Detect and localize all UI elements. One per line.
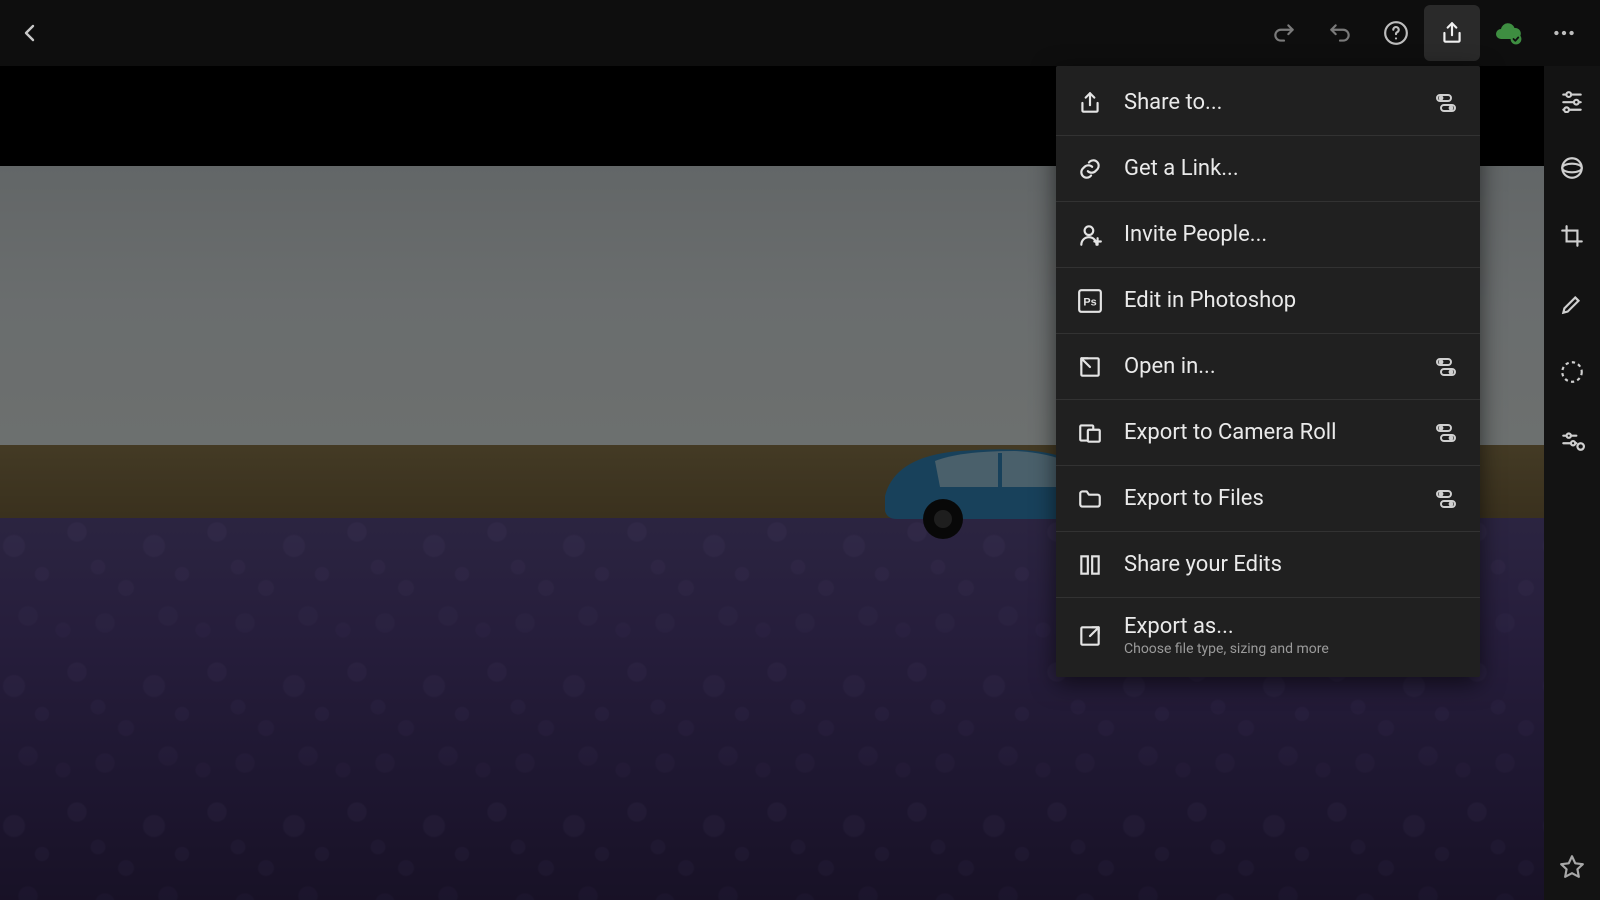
share-menu: Share to... Get a Link... Invite People.… bbox=[1056, 66, 1480, 677]
menu-item-label: Export to Camera Roll bbox=[1124, 420, 1428, 445]
cloud-status-button[interactable] bbox=[1480, 5, 1536, 61]
top-bar bbox=[0, 0, 1600, 66]
menu-item-label: Share your Edits bbox=[1124, 552, 1428, 577]
right-tool-rail bbox=[1544, 66, 1600, 900]
camera-roll-icon bbox=[1076, 419, 1104, 447]
settings-toggle-icon[interactable] bbox=[1428, 487, 1458, 511]
healing-brush-icon bbox=[1559, 291, 1585, 317]
crop-rotate-icon bbox=[1559, 223, 1585, 249]
ellipsis-icon bbox=[1551, 20, 1577, 46]
redo-button[interactable] bbox=[1256, 5, 1312, 61]
sliders-icon bbox=[1559, 87, 1585, 113]
help-button[interactable] bbox=[1368, 5, 1424, 61]
menu-item-sublabel: Choose file type, sizing and more bbox=[1124, 641, 1428, 657]
menu-item-get-link[interactable]: Get a Link... bbox=[1056, 136, 1480, 202]
star-icon bbox=[1559, 853, 1585, 879]
menu-item-label: Edit in Photoshop bbox=[1124, 288, 1428, 313]
menu-item-label: Open in... bbox=[1124, 354, 1428, 379]
person-add-icon bbox=[1076, 221, 1104, 249]
back-button[interactable] bbox=[18, 21, 42, 45]
menu-item-invite-people[interactable]: Invite People... bbox=[1056, 202, 1480, 268]
settings-toggle-icon[interactable] bbox=[1428, 421, 1458, 445]
menu-item-export-camera-roll[interactable]: Export to Camera Roll bbox=[1056, 400, 1480, 466]
settings-toggle-icon[interactable] bbox=[1428, 91, 1458, 115]
menu-item-export-files[interactable]: Export to Files bbox=[1056, 466, 1480, 532]
link-icon bbox=[1076, 155, 1104, 183]
menu-item-edit-photoshop[interactable]: Ps Edit in Photoshop bbox=[1056, 268, 1480, 334]
menu-item-export-as[interactable]: Export as... Choose file type, sizing an… bbox=[1056, 598, 1480, 673]
menu-item-label: Share to... bbox=[1124, 90, 1428, 115]
color-tool[interactable] bbox=[1552, 148, 1592, 188]
menu-item-label: Export as... bbox=[1124, 614, 1428, 639]
photoshop-icon: Ps bbox=[1076, 287, 1104, 315]
redo-icon bbox=[1271, 20, 1297, 46]
chevron-left-icon bbox=[18, 21, 42, 45]
crop-tool[interactable] bbox=[1552, 216, 1592, 256]
healing-tool[interactable] bbox=[1552, 284, 1592, 324]
menu-item-share-to[interactable]: Share to... bbox=[1056, 70, 1480, 136]
svg-text:Ps: Ps bbox=[1083, 296, 1096, 308]
menu-item-share-your-edits[interactable]: Share your Edits bbox=[1056, 532, 1480, 598]
color-wheel-icon bbox=[1559, 155, 1585, 181]
open-in-icon bbox=[1076, 353, 1104, 381]
export-out-icon bbox=[1076, 622, 1104, 650]
mask-circle-icon bbox=[1559, 359, 1585, 385]
share-up-icon bbox=[1076, 89, 1104, 117]
sliders-gear-icon bbox=[1559, 427, 1585, 453]
menu-item-label: Invite People... bbox=[1124, 222, 1428, 247]
share-edits-icon bbox=[1076, 551, 1104, 579]
settings-toggle-icon[interactable] bbox=[1428, 355, 1458, 379]
rating-star-button[interactable] bbox=[1552, 846, 1592, 886]
menu-item-open-in[interactable]: Open in... bbox=[1056, 334, 1480, 400]
menu-item-label: Export to Files bbox=[1124, 486, 1428, 511]
share-up-arrow-icon bbox=[1439, 20, 1465, 46]
undo-icon bbox=[1327, 20, 1353, 46]
cloud-synced-icon bbox=[1493, 21, 1523, 45]
undo-button[interactable] bbox=[1312, 5, 1368, 61]
mask-tool[interactable] bbox=[1552, 352, 1592, 392]
help-circle-icon bbox=[1383, 20, 1409, 46]
menu-item-label: Get a Link... bbox=[1124, 156, 1428, 181]
presets-tool[interactable] bbox=[1552, 420, 1592, 460]
adjust-tool[interactable] bbox=[1552, 80, 1592, 120]
more-button[interactable] bbox=[1536, 5, 1592, 61]
folder-icon bbox=[1076, 485, 1104, 513]
share-button[interactable] bbox=[1424, 5, 1480, 61]
